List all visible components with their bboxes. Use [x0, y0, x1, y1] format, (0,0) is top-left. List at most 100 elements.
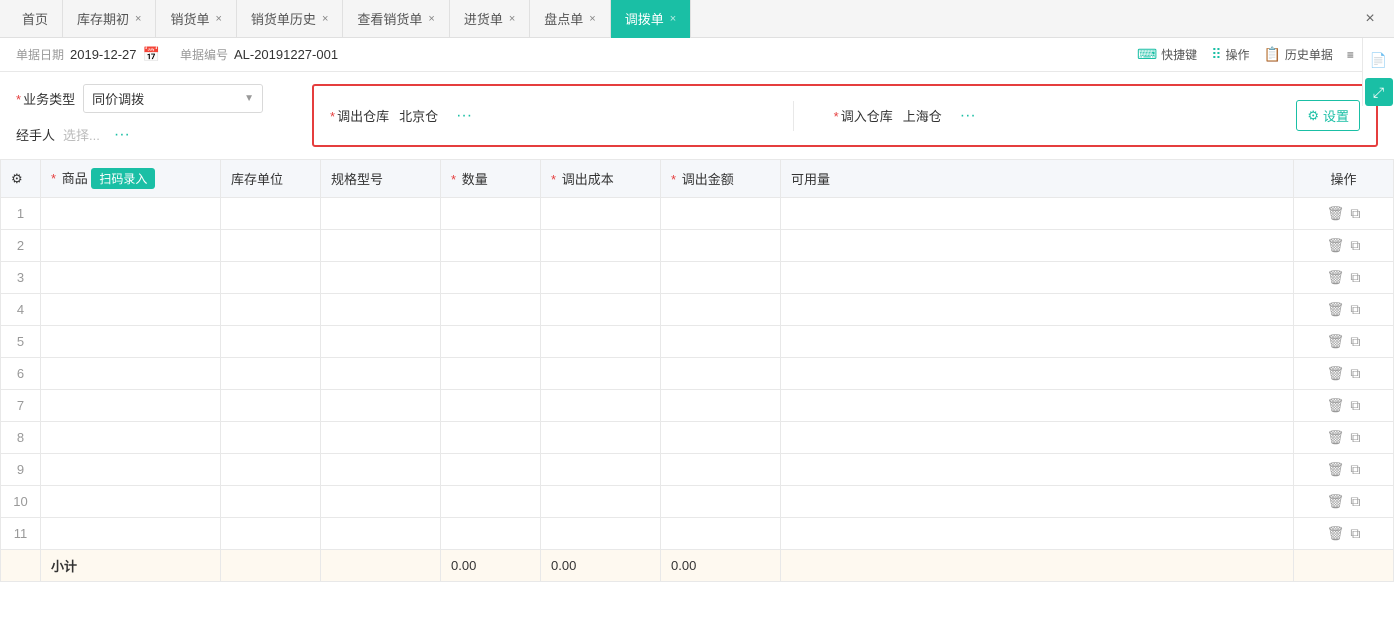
quantity-cell[interactable] — [441, 454, 541, 486]
copy-row-icon[interactable]: ⧉ — [1350, 461, 1360, 478]
available-cell[interactable] — [781, 198, 1294, 230]
delete-row-icon[interactable]: 🗑 — [1327, 301, 1345, 318]
copy-row-icon[interactable]: ⧉ — [1350, 365, 1360, 382]
date-value[interactable]: 2019-12-27 — [70, 47, 137, 62]
scan-button[interactable]: 扫码录入 — [91, 168, 155, 189]
tab-view-sales-close[interactable]: × — [428, 13, 434, 25]
product-cell[interactable] — [41, 358, 221, 390]
available-cell[interactable] — [781, 358, 1294, 390]
tab-stock-init[interactable]: 库存期初 × — [63, 0, 156, 38]
product-cell[interactable] — [41, 230, 221, 262]
tab-sales-order[interactable]: 销货单 × — [156, 0, 236, 38]
cost-cell[interactable] — [541, 294, 661, 326]
quantity-cell[interactable] — [441, 262, 541, 294]
handler-more-icon[interactable]: ··· — [114, 126, 130, 144]
product-cell[interactable] — [41, 262, 221, 294]
unit-cell[interactable] — [221, 390, 321, 422]
gear-settings-icon[interactable]: ⚙ — [11, 171, 23, 186]
product-cell[interactable] — [41, 294, 221, 326]
cost-cell[interactable] — [541, 518, 661, 550]
available-cell[interactable] — [781, 230, 1294, 262]
history-button[interactable]: 📋 历史单据 — [1263, 46, 1332, 63]
amount-cell[interactable] — [661, 518, 781, 550]
delete-row-icon[interactable]: 🗑 — [1327, 237, 1345, 254]
tab-purchase[interactable]: 进货单 × — [450, 0, 530, 38]
delete-row-icon[interactable]: 🗑 — [1327, 493, 1345, 510]
copy-row-icon[interactable]: ⧉ — [1350, 429, 1360, 446]
copy-row-icon[interactable]: ⧉ — [1350, 493, 1360, 510]
in-warehouse-more-icon[interactable]: ··· — [960, 107, 976, 125]
tab-view-sales[interactable]: 查看销货单 × — [343, 0, 449, 38]
product-cell[interactable] — [41, 422, 221, 454]
delete-row-icon[interactable]: 🗑 — [1327, 365, 1345, 382]
available-cell[interactable] — [781, 518, 1294, 550]
quantity-cell[interactable] — [441, 294, 541, 326]
delete-row-icon[interactable]: 🗑 — [1327, 461, 1345, 478]
amount-cell[interactable] — [661, 454, 781, 486]
copy-row-icon[interactable]: ⧉ — [1350, 397, 1360, 414]
unit-cell[interactable] — [221, 454, 321, 486]
unit-cell[interactable] — [221, 326, 321, 358]
amount-cell[interactable] — [661, 358, 781, 390]
spec-cell[interactable] — [321, 262, 441, 294]
delete-row-icon[interactable]: 🗑 — [1327, 397, 1345, 414]
spec-cell[interactable] — [321, 358, 441, 390]
product-cell[interactable] — [41, 454, 221, 486]
tab-stock-init-close[interactable]: × — [135, 13, 141, 25]
delete-row-icon[interactable]: 🗑 — [1327, 429, 1345, 446]
quantity-cell[interactable] — [441, 518, 541, 550]
business-type-select[interactable]: 同价调拨 ▼ — [83, 84, 263, 113]
spec-cell[interactable] — [321, 454, 441, 486]
handler-placeholder[interactable]: 选择... — [63, 125, 100, 144]
tab-sales-history-close[interactable]: × — [322, 13, 328, 25]
sidebar-doc-icon[interactable]: 📄 — [1365, 46, 1393, 74]
settings-button[interactable]: ⚙ 设置 — [1296, 100, 1360, 131]
quantity-cell[interactable] — [441, 358, 541, 390]
available-cell[interactable] — [781, 422, 1294, 454]
quantity-cell[interactable] — [441, 230, 541, 262]
cost-cell[interactable] — [541, 454, 661, 486]
product-cell[interactable] — [41, 390, 221, 422]
amount-cell[interactable] — [661, 198, 781, 230]
unit-cell[interactable] — [221, 230, 321, 262]
quantity-cell[interactable] — [441, 326, 541, 358]
copy-row-icon[interactable]: ⧉ — [1350, 333, 1360, 350]
unit-cell[interactable] — [221, 422, 321, 454]
shortcuts-button[interactable]: ⌨ 快捷键 — [1137, 46, 1197, 63]
copy-row-icon[interactable]: ⧉ — [1350, 205, 1360, 222]
delete-row-icon[interactable]: 🗑 — [1327, 333, 1345, 350]
cost-cell[interactable] — [541, 326, 661, 358]
spec-cell[interactable] — [321, 294, 441, 326]
spec-cell[interactable] — [321, 390, 441, 422]
copy-row-icon[interactable]: ⧉ — [1350, 301, 1360, 318]
copy-row-icon[interactable]: ⧉ — [1350, 525, 1360, 542]
product-cell[interactable] — [41, 518, 221, 550]
product-cell[interactable] — [41, 198, 221, 230]
sidebar-expand-icon[interactable]: ⤢ — [1365, 78, 1393, 106]
unit-cell[interactable] — [221, 262, 321, 294]
out-warehouse-more-icon[interactable]: ··· — [456, 107, 472, 125]
spec-cell[interactable] — [321, 230, 441, 262]
calendar-icon[interactable]: 📅 — [143, 46, 160, 63]
amount-cell[interactable] — [661, 390, 781, 422]
spec-cell[interactable] — [321, 326, 441, 358]
tab-sales-history[interactable]: 销货单历史 × — [237, 0, 343, 38]
unit-cell[interactable] — [221, 294, 321, 326]
copy-row-icon[interactable]: ⧉ — [1350, 237, 1360, 254]
spec-cell[interactable] — [321, 422, 441, 454]
available-cell[interactable] — [781, 326, 1294, 358]
amount-cell[interactable] — [661, 230, 781, 262]
delete-row-icon[interactable]: 🗑 — [1327, 525, 1345, 542]
tab-purchase-close[interactable]: × — [509, 13, 515, 25]
product-cell[interactable] — [41, 486, 221, 518]
copy-row-icon[interactable]: ⧉ — [1350, 269, 1360, 286]
cost-cell[interactable] — [541, 422, 661, 454]
spec-cell[interactable] — [321, 518, 441, 550]
quantity-cell[interactable] — [441, 486, 541, 518]
tab-bar-close-button[interactable]: × — [1354, 3, 1386, 35]
available-cell[interactable] — [781, 262, 1294, 294]
delete-row-icon[interactable]: 🗑 — [1327, 205, 1345, 222]
product-cell[interactable] — [41, 326, 221, 358]
cost-cell[interactable] — [541, 390, 661, 422]
amount-cell[interactable] — [661, 294, 781, 326]
